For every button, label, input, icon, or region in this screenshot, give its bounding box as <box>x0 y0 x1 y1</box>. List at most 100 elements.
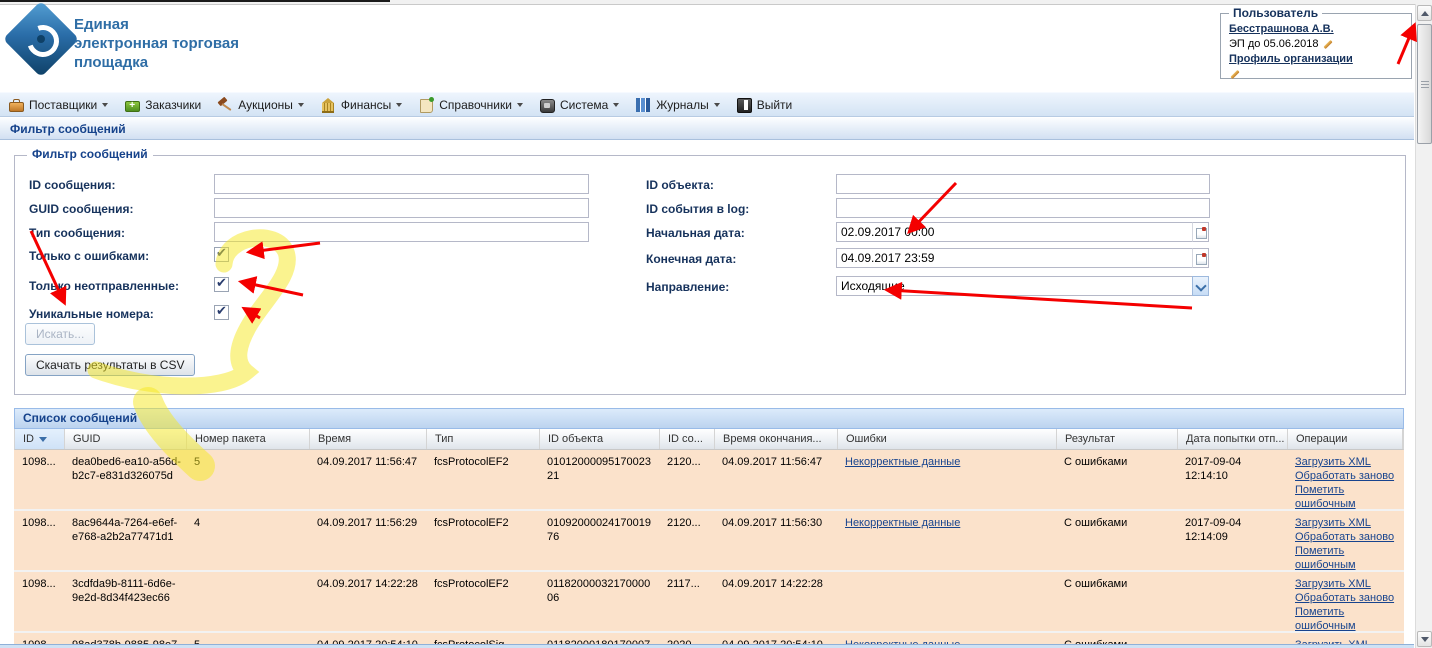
menu-label: Финансы <box>340 97 392 112</box>
column-header-result[interactable]: Результат <box>1057 429 1178 449</box>
operation-link[interactable]: Загрузить XML <box>1295 456 1371 468</box>
column-header-id_so[interactable]: ID со... <box>660 429 715 449</box>
table-row: 1098... 8ac9644a-7264-e6ef-e768-a2b2a7747… <box>14 511 1404 572</box>
window-top-edge <box>0 0 1432 5</box>
start-date-input[interactable] <box>836 222 1193 242</box>
menu-finance[interactable]: Финансы <box>320 97 403 113</box>
menu-label: Справочники <box>439 97 512 112</box>
cell-ops: Загрузить XML Обработать заново Пометить о… <box>1287 572 1402 631</box>
column-header-ops[interactable]: Операции <box>1288 429 1403 449</box>
brand-line1: Единая <box>74 16 129 33</box>
grid-body: 1098... dea0bed6-ea10-a56d-b2c7-e831d3260… <box>14 450 1404 648</box>
menu-label: Система <box>559 97 609 112</box>
chevron-down-icon[interactable] <box>1192 276 1209 296</box>
cell-attempt: 2017-09-04 12:14:10 <box>1185 456 1242 482</box>
grid-panel-title: Список сообщений <box>14 408 1404 429</box>
operation-link[interactable]: Пометить ошибочным <box>1295 606 1356 631</box>
filter-legend: Фильтр сообщений <box>27 147 153 161</box>
cell-time: 04.09.2017 11:56:47 <box>317 456 418 468</box>
cell-object_id: 0118200003217000006 <box>547 578 651 604</box>
operation-link[interactable]: Пометить ошибочным <box>1295 545 1356 570</box>
menu-label: Аукционы <box>238 97 293 112</box>
cell-object_id: 0101200009517002321 <box>547 456 652 482</box>
cell-attempt <box>1177 572 1287 631</box>
cell-id: 1098... <box>22 456 56 468</box>
menu-customers[interactable]: Заказчики <box>124 97 201 113</box>
org-profile-link[interactable]: Профиль организации <box>1229 53 1353 65</box>
journals-icon <box>635 97 651 113</box>
chevron-down-icon <box>613 102 620 107</box>
end-date-input[interactable] <box>836 248 1193 268</box>
pencil-icon[interactable] <box>1322 39 1334 49</box>
operation-link[interactable]: Обработать заново <box>1295 592 1394 604</box>
pencil-icon[interactable] <box>1229 69 1241 79</box>
only-unsent-checkbox[interactable] <box>214 275 229 292</box>
column-header-error[interactable]: Ошибки <box>838 429 1057 449</box>
cell-packet <box>186 572 309 631</box>
cell-id_so: 2120... <box>667 517 701 529</box>
table-row: 1098... 3cdfda9b-8111-6d6e-9e2d-8d34f423e… <box>14 572 1404 633</box>
cell-result: С ошибками <box>1064 578 1128 590</box>
column-header-id[interactable]: ID <box>15 429 65 449</box>
column-header-type[interactable]: Тип <box>427 429 540 449</box>
operation-link[interactable]: Загрузить XML <box>1295 517 1371 529</box>
bottom-strip <box>0 644 1414 648</box>
menu-journals[interactable]: Журналы <box>635 97 720 113</box>
column-header-object_id[interactable]: ID объекта <box>540 429 660 449</box>
log-event-id-input[interactable] <box>836 198 1210 218</box>
column-header-guid[interactable]: GUID <box>65 429 187 449</box>
calendar-icon[interactable] <box>1192 248 1209 268</box>
error-link[interactable]: Некорректные данные <box>845 456 960 468</box>
chevron-down-icon <box>713 102 720 107</box>
scroll-down-button[interactable] <box>1417 631 1432 647</box>
menu-exit[interactable]: Выйти <box>736 97 792 113</box>
table-row: 1098... dea0bed6-ea10-a56d-b2c7-e831d3260… <box>14 450 1404 511</box>
download-csv-button[interactable]: Скачать результаты в CSV <box>25 354 196 376</box>
error-link[interactable]: Некорректные данные <box>845 517 960 529</box>
object-id-input[interactable] <box>836 174 1210 194</box>
unique-numbers-checkbox[interactable] <box>214 303 229 320</box>
menu-label: Заказчики <box>145 97 202 112</box>
cell-guid: dea0bed6-ea10-a56d-b2c7-e831d326075d <box>72 456 181 482</box>
operation-link[interactable]: Пометить ошибочным <box>1295 484 1356 509</box>
only-errors-label: Только с ошибками: <box>29 249 150 263</box>
menu-directories[interactable]: Справочники <box>418 96 523 113</box>
search-button[interactable]: Искать... <box>25 323 96 345</box>
end-date-label: Конечная дата: <box>646 252 737 266</box>
cert-expiry-text: ЭП до 05.06.2018 <box>1229 38 1319 50</box>
vertical-scrollbar[interactable] <box>1415 4 1432 648</box>
exit-icon <box>736 97 752 113</box>
menu-suppliers[interactable]: Поставщики <box>8 97 109 113</box>
cell-type: fcsProtocolEF2 <box>434 456 509 468</box>
user-name-link[interactable]: Бесстрашнова А.В. <box>1229 23 1334 35</box>
book-icon <box>418 96 435 113</box>
operation-link[interactable]: Обработать заново <box>1295 470 1394 482</box>
menu-system[interactable]: Система <box>539 97 620 113</box>
only-errors-checkbox[interactable] <box>214 245 229 262</box>
operation-link[interactable]: Загрузить XML <box>1295 578 1371 590</box>
operation-link[interactable]: Обработать заново <box>1295 531 1394 543</box>
column-header-attempt[interactable]: Дата попытки отп... <box>1178 429 1288 449</box>
green-case-icon <box>124 97 141 113</box>
cell-result: С ошибками <box>1064 517 1128 529</box>
cell-end_time: 04.09.2017 11:56:30 <box>722 517 823 529</box>
message-id-input[interactable] <box>214 174 589 194</box>
message-guid-input[interactable] <box>214 198 589 218</box>
scroll-up-button[interactable] <box>1417 5 1432 21</box>
menu-auctions[interactable]: Аукционы <box>217 97 304 113</box>
column-header-end_time[interactable]: Время окончания... <box>715 429 838 449</box>
main-menubar: Поставщики Заказчики Аукционы Финансы Сп… <box>0 92 1414 117</box>
cell-attempt: 2017-09-04 12:14:09 <box>1185 517 1242 543</box>
column-header-packet[interactable]: Номер пакета <box>187 429 310 449</box>
cell-result: С ошибками <box>1064 456 1128 468</box>
message-type-input[interactable] <box>214 222 589 242</box>
cell-error: Некорректные данные <box>837 511 1056 570</box>
menu-label: Поставщики <box>29 97 98 112</box>
scrollbar-thumb[interactable] <box>1417 24 1432 144</box>
direction-select[interactable] <box>836 276 1193 296</box>
log-event-id-label: ID события в log: <box>646 202 750 216</box>
system-icon <box>539 97 555 113</box>
calendar-icon[interactable] <box>1192 222 1209 242</box>
column-header-time[interactable]: Время <box>310 429 427 449</box>
page-title: Фильтр сообщений <box>0 118 1414 140</box>
